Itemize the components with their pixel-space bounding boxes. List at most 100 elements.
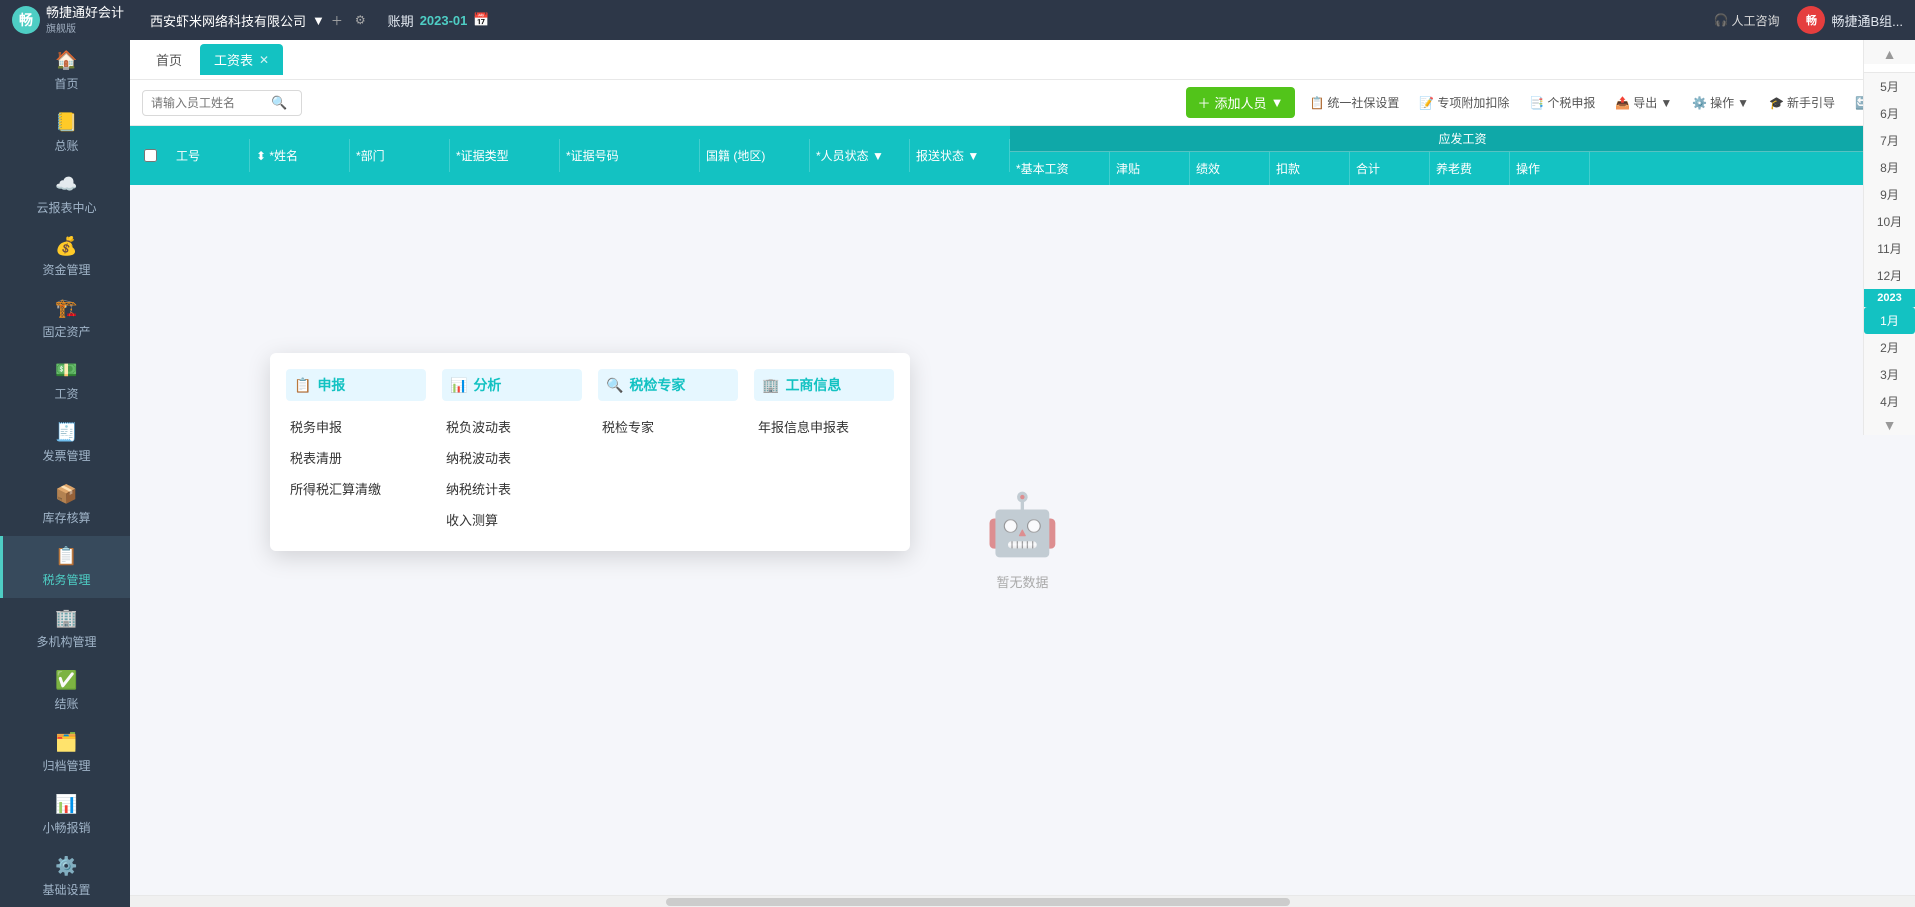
company-settings-btn[interactable]: ⚙: [349, 9, 372, 31]
date-month-8[interactable]: 8月: [1864, 154, 1915, 181]
personal-tax-btn[interactable]: 📑 个税申报: [1523, 90, 1601, 115]
tax-payment-item[interactable]: 纳税波动表: [442, 442, 582, 473]
top-bar: 畅 畅捷通好会计 旗舰版 西安虾米网络科技有限公司 ▼ ＋ ⚙ 账期 2023-…: [0, 0, 1915, 40]
company-selector[interactable]: 西安虾米网络科技有限公司 ▼: [150, 11, 325, 30]
th-domicile: 国籍 (地区): [700, 139, 810, 172]
th-pension: 养老费: [1430, 152, 1510, 185]
fund-icon: 💰: [55, 236, 77, 257]
th-base-salary: *基本工资: [1010, 152, 1110, 185]
special-label: 专项附加扣除: [1437, 94, 1509, 111]
export-icon: 📤: [1615, 96, 1630, 110]
calendar-icon[interactable]: 📅: [473, 12, 489, 28]
headset-icon: 🎧: [1714, 13, 1729, 27]
tax-table-clear-item[interactable]: 税表清册: [286, 442, 426, 473]
analysis-section: 📊 分析 税负波动表 纳税波动表 纳税统计表 收入测算: [442, 369, 582, 535]
support-btn[interactable]: 🎧 人工咨询: [1708, 8, 1786, 33]
date-month-7[interactable]: 7月: [1864, 127, 1915, 154]
date-month-9[interactable]: 9月: [1864, 181, 1915, 208]
income-tax-calc-item[interactable]: 所得税汇算清缴: [286, 473, 426, 504]
export-btn[interactable]: 📤 导出 ▼: [1609, 90, 1678, 115]
select-all-checkbox[interactable]: [144, 149, 157, 162]
th-total: 合计: [1350, 152, 1430, 185]
operate-btn[interactable]: ⚙️ 操作 ▼: [1686, 90, 1755, 115]
sidebar-item-invoice[interactable]: 🧾 发票管理: [0, 412, 130, 474]
search-input[interactable]: [151, 96, 271, 110]
add-icon: ＋: [1198, 93, 1211, 112]
th-allowance: 津贴: [1110, 152, 1190, 185]
new-guide-icon: 🎓: [1769, 96, 1784, 110]
inventory-icon: 📦: [55, 484, 77, 505]
analysis-icon: 📊: [450, 377, 467, 394]
user-menu[interactable]: 畅 畅捷通B组...: [1797, 6, 1903, 34]
period-value: 2023-01: [420, 13, 468, 28]
toolbar: 🔍 ＋ 添加人员 ▼ 📋 统一社保设置 📝 专项附加扣除 📑 个税申报 📤: [130, 80, 1915, 126]
ledger-icon: 📒: [55, 112, 77, 133]
date-month-5[interactable]: 5月: [1864, 73, 1915, 100]
tax-burden-item[interactable]: 税负波动表: [442, 411, 582, 442]
date-nav-down[interactable]: ▼: [1876, 415, 1904, 435]
sidebar-label-home: 首页: [54, 75, 78, 92]
period-label: 账期: [388, 11, 414, 30]
period-info: 账期 2023-01 📅: [388, 11, 490, 30]
th-checkbox[interactable]: [130, 149, 170, 162]
date-month-4[interactable]: 4月: [1864, 388, 1915, 415]
avatar: 畅: [1797, 6, 1825, 34]
tab-payroll[interactable]: 工资表 ✕: [200, 44, 283, 75]
app-version: 旗舰版: [46, 20, 124, 35]
scroll-bar[interactable]: [130, 895, 1915, 907]
home-icon: 🏠: [55, 50, 77, 71]
tax-filing-item[interactable]: 税务申报: [286, 411, 426, 442]
date-month-11[interactable]: 11月: [1864, 235, 1915, 262]
analysis-header: 📊 分析: [442, 369, 582, 401]
cloud-icon: ☁️: [55, 174, 77, 195]
operate-label: 操作: [1710, 94, 1734, 111]
tax-stats-item[interactable]: 纳税统计表: [442, 473, 582, 504]
new-guide-btn[interactable]: 🎓 新手引导: [1763, 90, 1841, 115]
should-pay-group: 应发工资 *基本工资 津贴 绩效 扣款 合计 养老费 操作: [1010, 126, 1915, 185]
sidebar-item-tax[interactable]: 📋 税务管理: [0, 536, 130, 598]
sidebar-item-cloud-report[interactable]: ☁️ 云报表中心: [0, 164, 130, 226]
th-id-no: *证据号码: [560, 139, 700, 172]
content-inner: 📋 申报 税务申报 税表清册 所得税汇算清缴 📊 分析 税负波动表: [130, 185, 1915, 907]
sidebar-item-assets[interactable]: 🏗️ 固定资产: [0, 288, 130, 350]
sidebar-item-marketing[interactable]: 📊 小畅报销: [0, 784, 130, 846]
scroll-thumb[interactable]: [666, 898, 1291, 906]
chevron-down-icon: ▼: [312, 13, 325, 28]
th-report-status: 报送状态 ▼: [910, 139, 1010, 172]
sidebar-label-payroll: 工资: [54, 385, 78, 402]
date-nav-up[interactable]: ▲: [1876, 44, 1904, 64]
tab-close-icon[interactable]: ✕: [259, 53, 269, 67]
logo: 畅 畅捷通好会计 旗舰版: [12, 5, 142, 36]
sidebar-item-fund[interactable]: 💰 资金管理: [0, 226, 130, 288]
date-month-3[interactable]: 3月: [1864, 361, 1915, 388]
app-name: 畅捷通好会计: [46, 5, 124, 21]
special-deduction-btn[interactable]: 📝 专项附加扣除: [1413, 90, 1515, 115]
sidebar-item-multi-org[interactable]: 🏢 多机构管理: [0, 598, 130, 660]
date-month-6[interactable]: 6月: [1864, 100, 1915, 127]
sidebar-item-settle[interactable]: ✅ 结账: [0, 660, 130, 722]
archive-icon: 🗂️: [55, 732, 77, 753]
income-calc-item[interactable]: 收入测算: [442, 504, 582, 535]
expert-item[interactable]: 税检专家: [598, 411, 738, 442]
business-info-section: 🏢 工商信息 年报信息申报表: [754, 369, 894, 535]
sidebar-item-payroll[interactable]: 💵 工资: [0, 350, 130, 412]
add-company-btn[interactable]: ＋: [325, 8, 349, 33]
tab-bar: 首页 工资表 ✕: [130, 40, 1915, 80]
sidebar-item-archive[interactable]: 🗂️ 归档管理: [0, 722, 130, 784]
add-employee-btn[interactable]: ＋ 添加人员 ▼: [1186, 87, 1296, 118]
sidebar-item-ledger[interactable]: 📒 总账: [0, 102, 130, 164]
sidebar-label-multi: 多机构管理: [36, 633, 96, 650]
tab-home[interactable]: 首页: [142, 44, 196, 75]
social-insurance-btn[interactable]: 📋 统一社保设置: [1303, 90, 1405, 115]
sidebar-label-marketing: 小畅报销: [42, 819, 90, 836]
sidebar-item-inventory[interactable]: 📦 库存核算: [0, 474, 130, 536]
assets-icon: 🏗️: [55, 298, 77, 319]
annual-report-item[interactable]: 年报信息申报表: [754, 411, 894, 442]
sidebar-item-settings[interactable]: ⚙️ 基础设置: [0, 846, 130, 907]
date-month-12[interactable]: 12月: [1864, 262, 1915, 289]
sidebar-item-home[interactable]: 🏠 首页: [0, 40, 130, 102]
date-month-1[interactable]: 1月: [1864, 307, 1915, 334]
date-month-10[interactable]: 10月: [1864, 208, 1915, 235]
date-month-2[interactable]: 2月: [1864, 334, 1915, 361]
add-btn-label: 添加人员: [1215, 93, 1267, 112]
